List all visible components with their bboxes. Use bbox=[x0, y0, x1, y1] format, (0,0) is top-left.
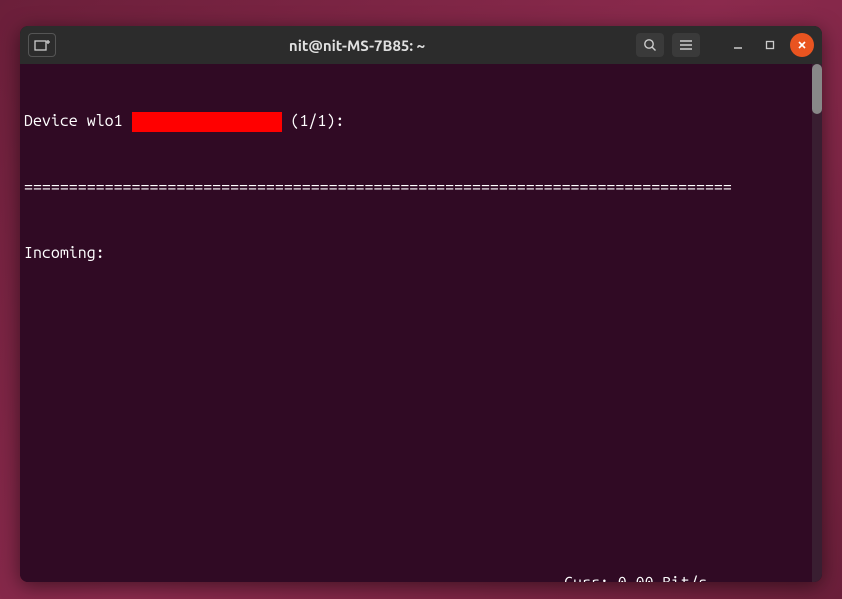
new-tab-icon bbox=[34, 38, 50, 52]
terminal-output[interactable]: Device wlo1 (1/1): =====================… bbox=[20, 64, 822, 582]
incoming-curr: Curr: 0.00 Bit/s bbox=[564, 572, 818, 582]
menu-button[interactable] bbox=[672, 33, 700, 57]
maximize-icon bbox=[765, 40, 775, 50]
maximize-button[interactable] bbox=[758, 33, 782, 57]
device-label: Device bbox=[24, 112, 78, 130]
redacted-block bbox=[132, 112, 282, 132]
close-icon bbox=[797, 40, 807, 50]
terminal-window: nit@nit-MS-7B85: ~ Device wlo1 (1/1): ==… bbox=[20, 26, 822, 582]
hamburger-icon bbox=[679, 39, 693, 51]
device-counter: (1/1): bbox=[291, 112, 345, 130]
divider: ========================================… bbox=[24, 176, 814, 198]
close-button[interactable] bbox=[790, 33, 814, 57]
window-title: nit@nit-MS-7B85: ~ bbox=[84, 37, 630, 54]
minimize-icon bbox=[733, 40, 743, 50]
scrollbar[interactable] bbox=[812, 64, 822, 582]
scrollbar-thumb[interactable] bbox=[812, 64, 822, 114]
search-button[interactable] bbox=[636, 33, 664, 57]
new-tab-button[interactable] bbox=[28, 33, 56, 57]
device-line: Device wlo1 (1/1): bbox=[24, 110, 818, 132]
search-icon bbox=[643, 38, 657, 52]
incoming-label: Incoming: bbox=[24, 242, 818, 264]
device-name: wlo1 bbox=[87, 112, 123, 130]
minimize-button[interactable] bbox=[726, 33, 750, 57]
titlebar: nit@nit-MS-7B85: ~ bbox=[20, 26, 822, 64]
